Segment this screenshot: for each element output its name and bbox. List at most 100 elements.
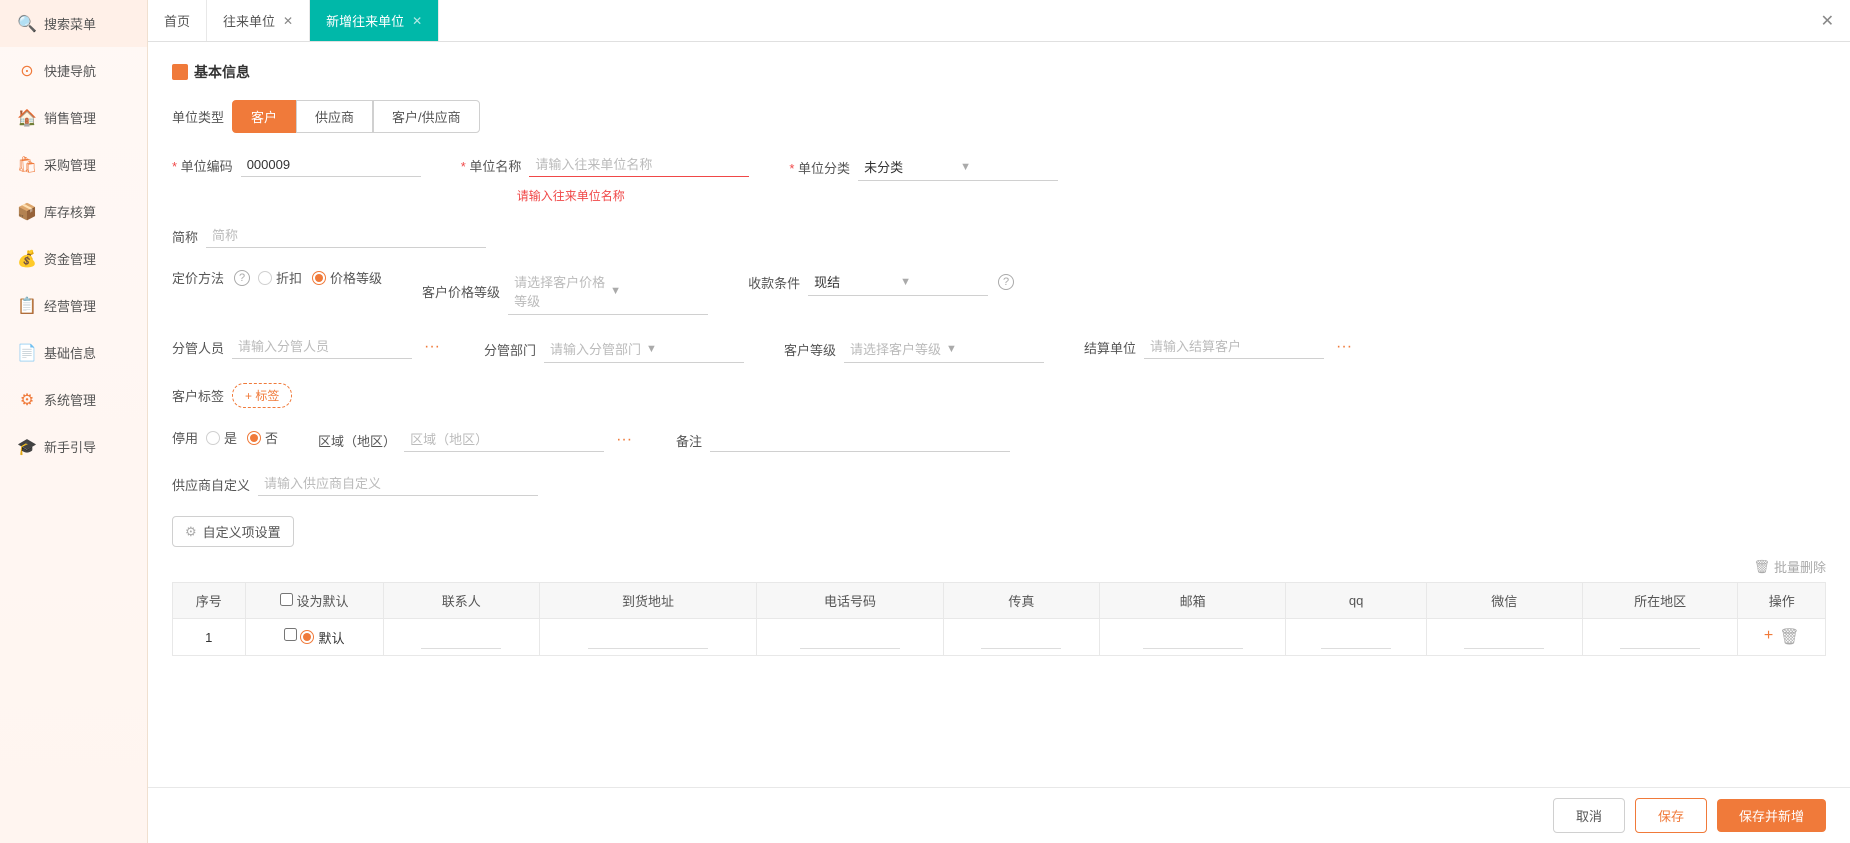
remark-group: 备注 [676,428,1010,452]
wechat-input[interactable] [1464,625,1544,649]
search-icon: 🔍 [18,15,36,33]
tab-home[interactable]: 首页 [148,0,207,41]
unit-btn-supplier[interactable]: 供应商 [296,100,373,133]
remark-input[interactable] [710,428,1010,452]
payment-terms-select[interactable]: 现结 ▼ [808,268,988,296]
payment-terms-group: 收款条件 现结 ▼ ? [748,268,1014,296]
save-button[interactable]: 保存 [1635,798,1707,833]
unit-type-row: 单位类型 客户 供应商 客户/供应商 [172,100,1826,137]
price-level-arrow-icon: ▼ [610,285,702,297]
row-checkbox[interactable] [284,628,297,641]
unit-btn-customer[interactable]: 客户 [232,100,296,133]
pricing-help-icon[interactable]: ? [234,270,250,286]
sidebar-item-search[interactable]: 🔍 搜索菜单 [0,0,147,47]
short-name-input[interactable] [206,224,486,248]
batch-delete-button[interactable]: 🗑 批量删除 [1753,557,1826,576]
phone-input[interactable] [800,625,900,649]
pricing-radio-discount[interactable]: 折扣 [258,268,302,287]
delete-row-button[interactable]: 🗑 [1779,627,1799,647]
form-content: 基本信息 单位类型 客户 供应商 客户/供应商 单位编码 单位名称 [148,42,1850,787]
settlement-more-icon[interactable]: ··· [1332,338,1356,356]
supplier-custom-input[interactable] [258,472,538,496]
fax-input[interactable] [981,625,1061,649]
code-name-category-row: 单位编码 单位名称 请输入往来单位名称 单位分类 未分类 ▼ [172,153,1826,208]
settlement-unit-input[interactable] [1144,335,1324,359]
contact-input[interactable] [421,625,501,649]
row-action-buttons: + 🗑 [1748,627,1815,647]
supplier-custom-row: 供应商自定义 [172,472,1826,500]
tab-bar: 首页 往来单位 ✕ 新增往来单位 ✕ ✕ [148,0,1850,42]
customer-level-label: 客户等级 [784,340,836,359]
payment-terms-help-icon[interactable]: ? [998,274,1014,290]
short-name-label: 简称 [172,227,198,246]
unit-category-select[interactable]: 未分类 ▼ [858,153,1058,181]
select-all-checkbox[interactable] [280,593,293,606]
sidebar-item-inventory[interactable]: 📦 库存核算 [0,188,147,235]
sidebar-item-purchase[interactable]: 🛍 采购管理 [0,141,147,188]
row-default-radio[interactable] [300,630,314,644]
radio-outer-yes [206,431,220,445]
unit-name-label: 单位名称 [461,156,522,175]
unit-btn-both[interactable]: 客户/供应商 [373,100,480,133]
email-input[interactable] [1143,625,1243,649]
section-title-basic: 基本信息 [172,62,1826,82]
tab-close-contacts[interactable]: ✕ [283,14,293,28]
region-input[interactable] [404,428,604,452]
row-location [1582,619,1738,656]
sidebar-item-quick-nav[interactable]: ⊙ 快捷导航 [0,47,147,94]
col-address: 到货地址 [539,583,757,619]
sidebar-item-guide[interactable]: 🎓 新手引导 [0,423,147,470]
manager-input[interactable] [232,335,412,359]
manager-more-icon[interactable]: ··· [420,338,444,356]
close-all-button[interactable]: ✕ [1805,11,1850,31]
unit-name-input[interactable] [529,153,749,177]
customer-level-select[interactable]: 请选择客户等级 ▼ [844,335,1044,363]
sidebar-item-operations[interactable]: 📋 经营管理 [0,282,147,329]
sidebar: 🔍 搜索菜单 ⊙ 快捷导航 🏠 销售管理 🛍 采购管理 📦 库存核算 💰 资金管… [0,0,148,843]
location-input[interactable] [1620,625,1700,649]
sidebar-item-system[interactable]: ⚙ 系统管理 [0,376,147,423]
supplier-custom-group: 供应商自定义 [172,472,538,496]
radio-outer-level [312,271,326,285]
sidebar-item-basic-info[interactable]: 📄 基础信息 [0,329,147,376]
unit-code-input[interactable] [241,153,421,177]
tab-contacts[interactable]: 往来单位 ✕ [207,0,310,41]
sidebar-item-sales[interactable]: 🏠 销售管理 [0,94,147,141]
settlement-unit-group: 结算单位 ··· [1084,335,1356,359]
qq-input[interactable] [1321,625,1391,649]
purchase-icon: 🛍 [18,156,36,174]
col-wechat: 微信 [1426,583,1582,619]
pricing-radio-level[interactable]: 价格等级 [312,268,382,287]
tab-close-new-contact[interactable]: ✕ [412,14,422,28]
row-fax [943,619,1099,656]
department-select[interactable]: 请输入分管部门 ▼ [544,335,744,363]
short-name-row: 简称 [172,224,1826,252]
region-more-icon[interactable]: ··· [612,431,636,449]
table-toolbar: 🗑 批量删除 [172,557,1826,576]
add-tag-button[interactable]: + 标签 [232,383,292,408]
row-actions: + 🗑 [1738,619,1826,656]
pricing-method-label: 定价方法 [172,268,224,287]
sales-icon: 🏠 [18,109,36,127]
cancel-button[interactable]: 取消 [1553,798,1625,833]
customer-tag-group: 客户标签 + 标签 [172,383,292,408]
inventory-icon: 📦 [18,203,36,221]
tab-new-contact[interactable]: 新增往来单位 ✕ [310,0,439,41]
save-new-button[interactable]: 保存并新增 [1717,799,1826,832]
col-fax: 传真 [943,583,1099,619]
disabled-yes[interactable]: 是 [206,428,237,447]
customer-price-level-select[interactable]: 请选择客户价格等级 ▼ [508,268,708,315]
address-input[interactable] [588,625,708,649]
add-row-button[interactable]: + [1764,627,1773,647]
custom-settings-button[interactable]: ⚙ 自定义项设置 [172,516,294,547]
col-default: 设为默认 [245,583,383,619]
disabled-no[interactable]: 否 [247,428,278,447]
sidebar-item-finance[interactable]: 💰 资金管理 [0,235,147,282]
tag-row: 客户标签 + 标签 [172,383,1826,412]
customer-price-level-label: 客户价格等级 [422,282,500,301]
supplier-custom-label: 供应商自定义 [172,475,250,494]
row-phone [757,619,944,656]
short-name-group: 简称 [172,224,486,248]
remark-label: 备注 [676,431,702,450]
col-email: 邮箱 [1099,583,1286,619]
